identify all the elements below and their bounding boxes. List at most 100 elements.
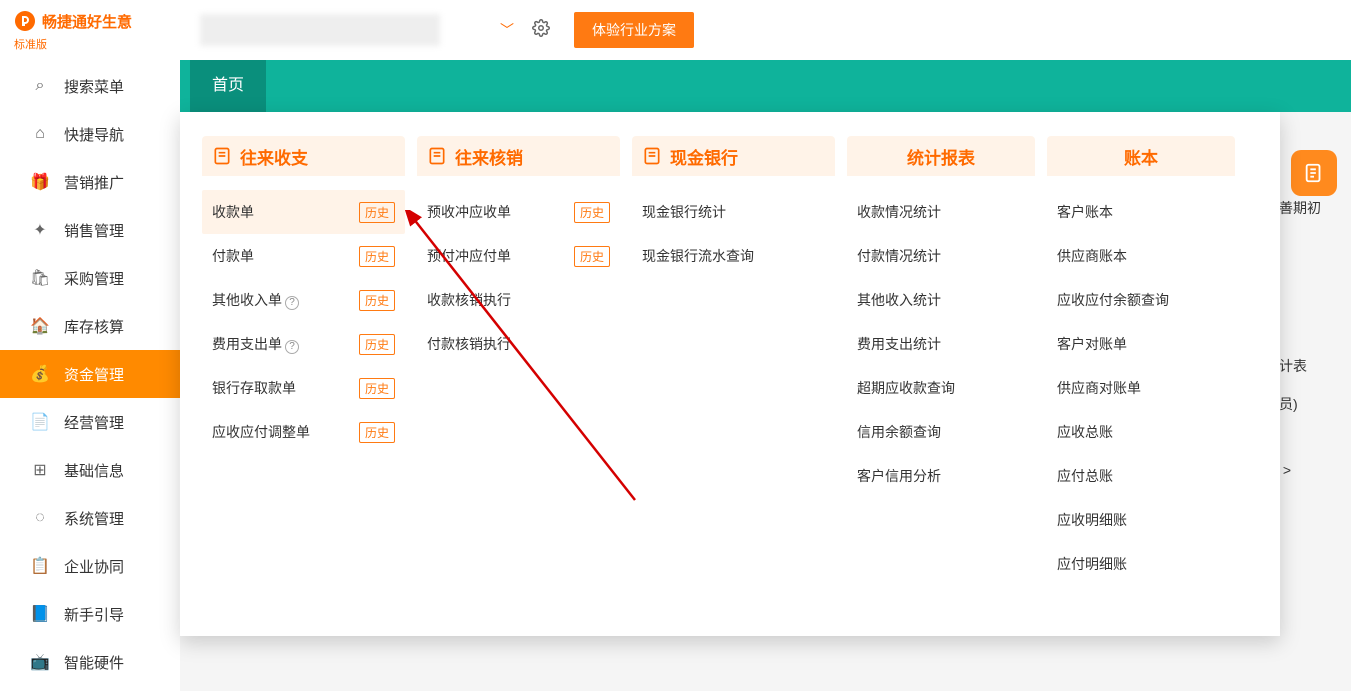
mega-item-label: 应付总账 xyxy=(1057,466,1113,486)
nav-icon: ⌕ xyxy=(30,76,50,96)
mega-item[interactable]: 应收应付余额查询 xyxy=(1047,278,1235,322)
mega-item-label: 供应商对账单 xyxy=(1057,378,1141,398)
mega-item-label: 应收明细账 xyxy=(1057,510,1127,530)
mega-col-header: 现金银行 xyxy=(632,136,835,176)
mega-item[interactable]: 付款核销执行 xyxy=(417,322,620,366)
history-badge[interactable]: 历史 xyxy=(359,378,395,399)
history-badge[interactable]: 历史 xyxy=(359,334,395,355)
mega-item[interactable]: 预付冲应付单 历史 xyxy=(417,234,620,278)
nav-item-5[interactable]: 🏠 库存核算 xyxy=(0,302,180,350)
nav-item-9[interactable]: ◌系统管理 xyxy=(0,494,180,542)
mega-item[interactable]: 收款单历史 xyxy=(202,190,405,234)
mega-col-1: 往来核销预收冲应收单历史预付冲应付单 历史收款核销执行付款核销执行 xyxy=(411,136,626,586)
mega-item-label: 客户信用分析 xyxy=(857,466,941,486)
mega-item[interactable]: 客户对账单 xyxy=(1047,322,1235,366)
mega-item[interactable]: 供应商对账单 xyxy=(1047,366,1235,410)
mega-item-label: 预付冲应付单 xyxy=(427,246,511,266)
chevron-down-icon[interactable]: ﹀ xyxy=(500,20,514,40)
mega-item[interactable]: 现金银行统计 xyxy=(632,190,835,234)
mega-item-label: 应收应付调整单 xyxy=(212,422,310,442)
mega-col-header: 往来收支 xyxy=(202,136,405,176)
nav-label: 经营管理 xyxy=(64,412,124,433)
logo: 畅捷通好生意 xyxy=(0,0,180,34)
nav-label: 销售管理 xyxy=(64,220,124,241)
nav-icon: 📘 xyxy=(30,604,50,624)
mega-item-label: 其他收入单? xyxy=(212,290,299,310)
nav-label: 资金管理 xyxy=(64,364,124,385)
nav-icon: ⌂ xyxy=(30,124,50,144)
mega-item[interactable]: 超期应收款查询 xyxy=(847,366,1035,410)
mega-item-label: 其他收入统计 xyxy=(857,290,941,310)
mega-item[interactable]: 银行存取款单历史 xyxy=(202,366,405,410)
mega-col-title: 往来核销 xyxy=(455,144,523,169)
help-icon[interactable]: ? xyxy=(285,296,299,310)
mega-item[interactable]: 费用支出单?历史 xyxy=(202,322,405,366)
nav-item-0[interactable]: ⌕ 搜索菜单 xyxy=(0,62,180,110)
mega-item[interactable]: 信用余额查询 xyxy=(847,410,1035,454)
nav-icon: 🏠 xyxy=(30,316,50,336)
mega-item[interactable]: 付款情况统计 xyxy=(847,234,1035,278)
mega-item-label: 收款核销执行 xyxy=(427,290,511,310)
nav-item-2[interactable]: 🎁营销推广 xyxy=(0,158,180,206)
logo-sub: 标准版 xyxy=(14,36,180,52)
nav-label: 快捷导航 xyxy=(64,124,124,145)
mega-col-2: 现金银行现金银行统计现金银行流水查询 xyxy=(626,136,841,586)
history-badge[interactable]: 历史 xyxy=(359,422,395,443)
mega-col-title: 往来收支 xyxy=(240,144,308,169)
mega-item[interactable]: 费用支出统计 xyxy=(847,322,1035,366)
nav-icon: ◌ xyxy=(30,508,50,528)
mega-item-label: 超期应收款查询 xyxy=(857,378,955,398)
mega-item-label: 费用支出统计 xyxy=(857,334,941,354)
nav-label: 新手引导 xyxy=(64,604,124,625)
nav-label: 企业协同 xyxy=(64,556,124,577)
mega-item[interactable]: 应付总账 xyxy=(1047,454,1235,498)
tab-home[interactable]: 首页 xyxy=(190,60,266,112)
nav-item-4[interactable]: 🛍采购管理 xyxy=(0,254,180,302)
mega-item[interactable]: 其他收入单? 历史 xyxy=(202,278,405,322)
mega-item[interactable]: 供应商账本 xyxy=(1047,234,1235,278)
try-plan-button[interactable]: 体验行业方案 xyxy=(574,12,694,48)
mega-item[interactable]: 付款单 历史 xyxy=(202,234,405,278)
nav-item-8[interactable]: ⊞基础信息 xyxy=(0,446,180,494)
gear-icon[interactable] xyxy=(532,19,550,42)
tabbar: 首页 xyxy=(180,60,1351,112)
org-selector[interactable] xyxy=(200,14,440,46)
history-badge[interactable]: 历史 xyxy=(574,202,610,223)
nav-item-6[interactable]: 💰资金管理 xyxy=(0,350,180,398)
nav-icon: 🎁 xyxy=(30,172,50,192)
mega-item[interactable]: 应收应付调整单 历史 xyxy=(202,410,405,454)
mega-item-label: 信用余额查询 xyxy=(857,422,941,442)
mega-item-label: 应付明细账 xyxy=(1057,554,1127,574)
nav-icon: ⊞ xyxy=(30,460,50,480)
nav-item-3[interactable]: ✦销售管理 xyxy=(0,206,180,254)
history-badge[interactable]: 历史 xyxy=(359,290,395,311)
nav-item-1[interactable]: ⌂ 快捷导航 xyxy=(0,110,180,158)
nav-label: 采购管理 xyxy=(64,268,124,289)
history-badge[interactable]: 历史 xyxy=(574,246,610,267)
mega-item-label: 付款单 xyxy=(212,246,254,266)
mega-item[interactable]: 现金银行流水查询 xyxy=(632,234,835,278)
nav-item-10[interactable]: 📋 企业协同 xyxy=(0,542,180,590)
nav-item-11[interactable]: 📘 新手引导 xyxy=(0,590,180,638)
nav-icon: 📋 xyxy=(30,556,50,576)
mega-item[interactable]: 应收总账 xyxy=(1047,410,1235,454)
mega-item[interactable]: 收款情况统计 xyxy=(847,190,1035,234)
mega-item[interactable]: 收款核销执行 xyxy=(417,278,620,322)
nav-item-12[interactable]: 📺智能硬件 xyxy=(0,638,180,686)
mega-item[interactable]: 其他收入统计 xyxy=(847,278,1035,322)
nav-item-7[interactable]: 📄经营管理 xyxy=(0,398,180,446)
mega-item-label: 收款情况统计 xyxy=(857,202,941,222)
mega-col-title: 账本 xyxy=(1124,144,1158,169)
mega-item[interactable]: 预收冲应收单历史 xyxy=(417,190,620,234)
mega-item[interactable]: 应付明细账 xyxy=(1047,542,1235,586)
mega-item[interactable]: 应收明细账 xyxy=(1047,498,1235,542)
history-badge[interactable]: 历史 xyxy=(359,246,395,267)
nav-label: 库存核算 xyxy=(64,316,124,337)
mega-item-label: 现金银行流水查询 xyxy=(642,246,754,266)
nav-label: 搜索菜单 xyxy=(64,76,124,97)
mega-item[interactable]: 客户账本 xyxy=(1047,190,1235,234)
history-badge[interactable]: 历史 xyxy=(359,202,395,223)
nav-icon: 📺 xyxy=(30,652,50,672)
help-icon[interactable]: ? xyxy=(285,340,299,354)
mega-item[interactable]: 客户信用分析 xyxy=(847,454,1035,498)
